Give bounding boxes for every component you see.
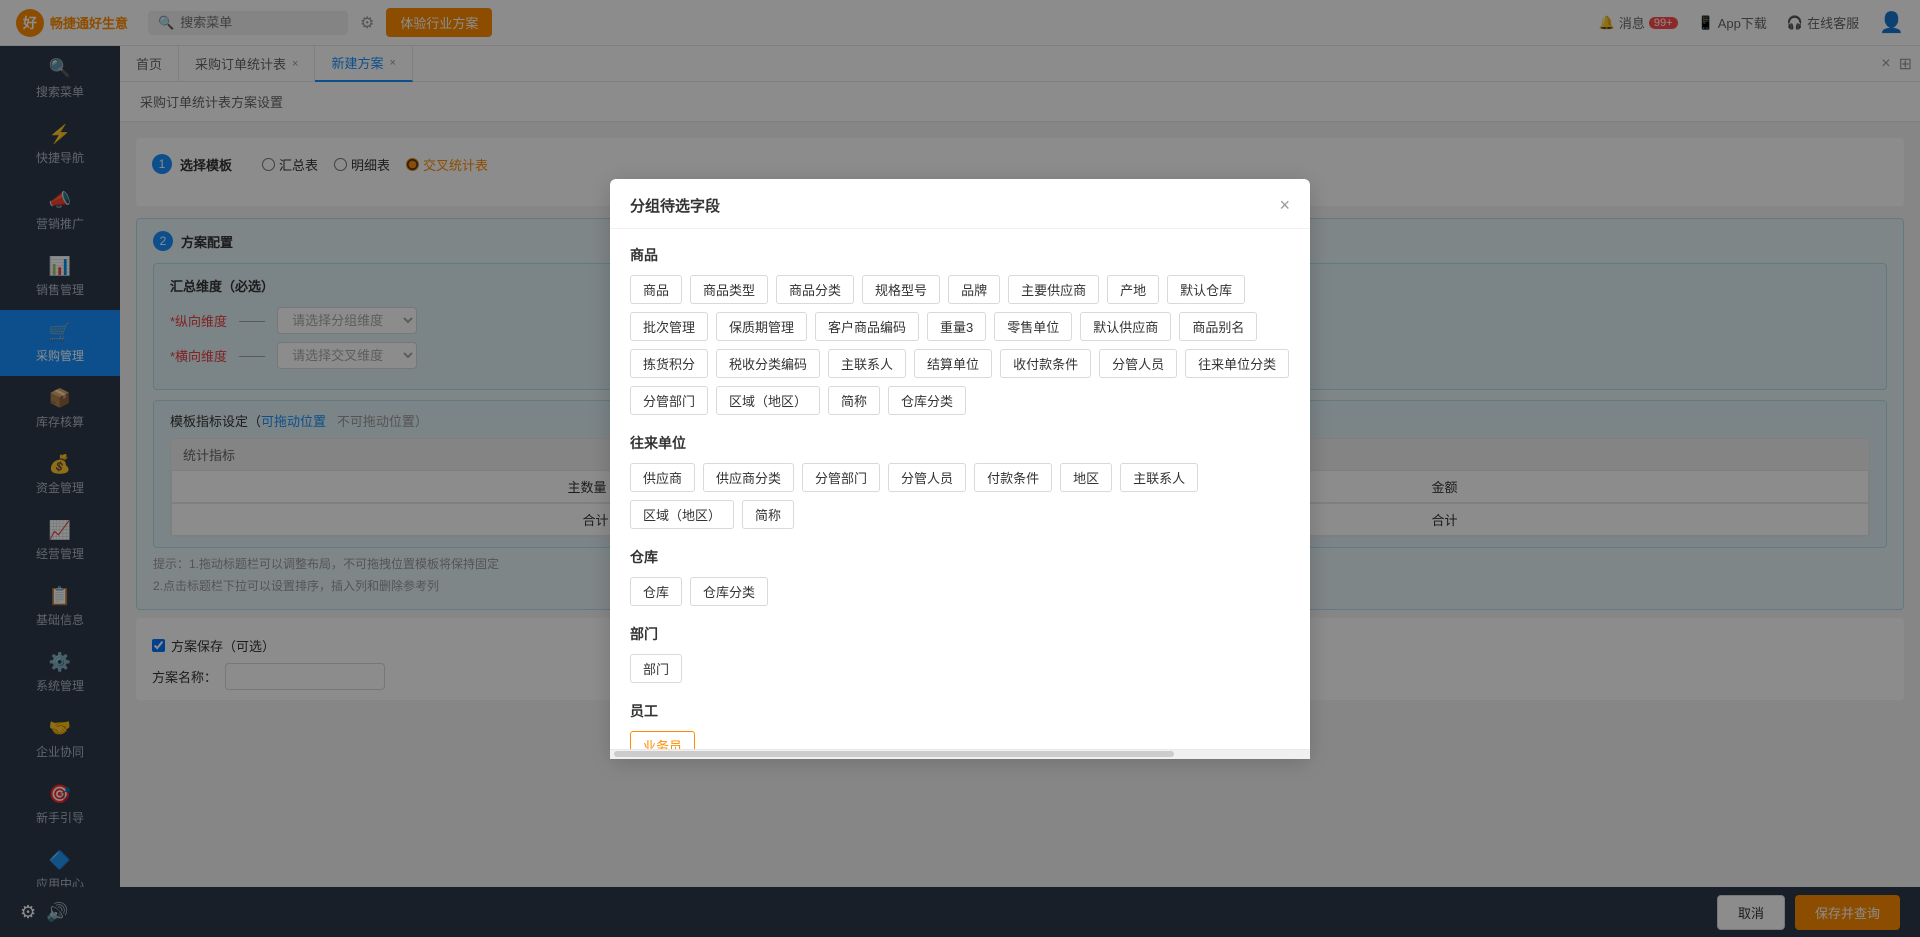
modal-title: 分组待选字段 <box>630 195 720 216</box>
field-tag-product-24[interactable]: 简称 <box>828 386 880 415</box>
field-tag-partner-8[interactable]: 简称 <box>742 500 794 529</box>
field-tag-product-18[interactable]: 结算单位 <box>914 349 992 378</box>
field-tag-partner-7[interactable]: 区域（地区） <box>630 500 734 529</box>
field-tag-product-12[interactable]: 零售单位 <box>994 312 1072 341</box>
modal-dialog: 分组待选字段 × 商品 商品 商品类型 商品分类 规格型号 品牌 主要供应商 产… <box>610 179 1310 759</box>
field-tag-partner-2[interactable]: 分管部门 <box>802 463 880 492</box>
field-section-partner: 往来单位 供应商 供应商分类 分管部门 分管人员 付款条件 地区 主联系人 区域… <box>630 433 1290 529</box>
field-section-warehouse: 仓库 仓库 仓库分类 <box>630 547 1290 606</box>
field-tag-product-25[interactable]: 仓库分类 <box>888 386 966 415</box>
field-tags-partner: 供应商 供应商分类 分管部门 分管人员 付款条件 地区 主联系人 区域（地区） … <box>630 463 1290 529</box>
field-section-dept-title: 部门 <box>630 624 1290 644</box>
modal-hscrollbar[interactable] <box>610 749 1310 759</box>
field-tag-partner-4[interactable]: 付款条件 <box>974 463 1052 492</box>
field-tags-employee: 业务员 <box>630 731 1290 749</box>
field-section-partner-title: 往来单位 <box>630 433 1290 453</box>
field-tag-product-19[interactable]: 收付款条件 <box>1000 349 1091 378</box>
field-tag-product-6[interactable]: 产地 <box>1107 275 1159 304</box>
field-tag-product-22[interactable]: 分管部门 <box>630 386 708 415</box>
field-tags-warehouse: 仓库 仓库分类 <box>630 577 1290 606</box>
field-tag-product-15[interactable]: 拣货积分 <box>630 349 708 378</box>
field-tag-warehouse-1[interactable]: 仓库分类 <box>690 577 768 606</box>
field-tag-partner-6[interactable]: 主联系人 <box>1120 463 1198 492</box>
field-section-dept: 部门 部门 <box>630 624 1290 683</box>
field-tags-dept: 部门 <box>630 654 1290 683</box>
field-section-product: 商品 商品 商品类型 商品分类 规格型号 品牌 主要供应商 产地 默认仓库 批次… <box>630 245 1290 415</box>
field-tag-product-23[interactable]: 区域（地区） <box>716 386 820 415</box>
field-section-warehouse-title: 仓库 <box>630 547 1290 567</box>
field-tag-product-16[interactable]: 税收分类编码 <box>716 349 820 378</box>
field-tag-partner-3[interactable]: 分管人员 <box>888 463 966 492</box>
field-tags-product: 商品 商品类型 商品分类 规格型号 品牌 主要供应商 产地 默认仓库 批次管理 … <box>630 275 1290 415</box>
field-tag-product-7[interactable]: 默认仓库 <box>1167 275 1245 304</box>
hscroll-thumb[interactable] <box>614 751 1174 757</box>
field-tag-product-4[interactable]: 品牌 <box>948 275 1000 304</box>
modal-header: 分组待选字段 × <box>610 179 1310 229</box>
field-tag-product-3[interactable]: 规格型号 <box>862 275 940 304</box>
field-tag-product-21[interactable]: 往来单位分类 <box>1185 349 1289 378</box>
field-tag-product-5[interactable]: 主要供应商 <box>1008 275 1099 304</box>
field-section-product-title: 商品 <box>630 245 1290 265</box>
field-tag-product-20[interactable]: 分管人员 <box>1099 349 1177 378</box>
field-tag-product-9[interactable]: 保质期管理 <box>716 312 807 341</box>
field-tag-partner-5[interactable]: 地区 <box>1060 463 1112 492</box>
modal-overlay: 分组待选字段 × 商品 商品 商品类型 商品分类 规格型号 品牌 主要供应商 产… <box>0 0 1920 937</box>
field-section-employee-title: 员工 <box>630 701 1290 721</box>
field-tag-product-11[interactable]: 重量3 <box>927 312 986 341</box>
field-tag-product-1[interactable]: 商品类型 <box>690 275 768 304</box>
field-tag-employee-0[interactable]: 业务员 <box>630 731 695 749</box>
field-tag-warehouse-0[interactable]: 仓库 <box>630 577 682 606</box>
field-tag-dept-0[interactable]: 部门 <box>630 654 682 683</box>
field-tag-partner-1[interactable]: 供应商分类 <box>703 463 794 492</box>
field-tag-product-13[interactable]: 默认供应商 <box>1080 312 1171 341</box>
modal-close-button[interactable]: × <box>1279 195 1290 216</box>
modal-body[interactable]: 商品 商品 商品类型 商品分类 规格型号 品牌 主要供应商 产地 默认仓库 批次… <box>610 229 1310 749</box>
field-tag-product-10[interactable]: 客户商品编码 <box>815 312 919 341</box>
field-tag-product-8[interactable]: 批次管理 <box>630 312 708 341</box>
field-section-employee: 员工 业务员 <box>630 701 1290 749</box>
field-tag-product-0[interactable]: 商品 <box>630 275 682 304</box>
field-tag-partner-0[interactable]: 供应商 <box>630 463 695 492</box>
field-tag-product-14[interactable]: 商品别名 <box>1179 312 1257 341</box>
field-tag-product-2[interactable]: 商品分类 <box>776 275 854 304</box>
field-tag-product-17[interactable]: 主联系人 <box>828 349 906 378</box>
